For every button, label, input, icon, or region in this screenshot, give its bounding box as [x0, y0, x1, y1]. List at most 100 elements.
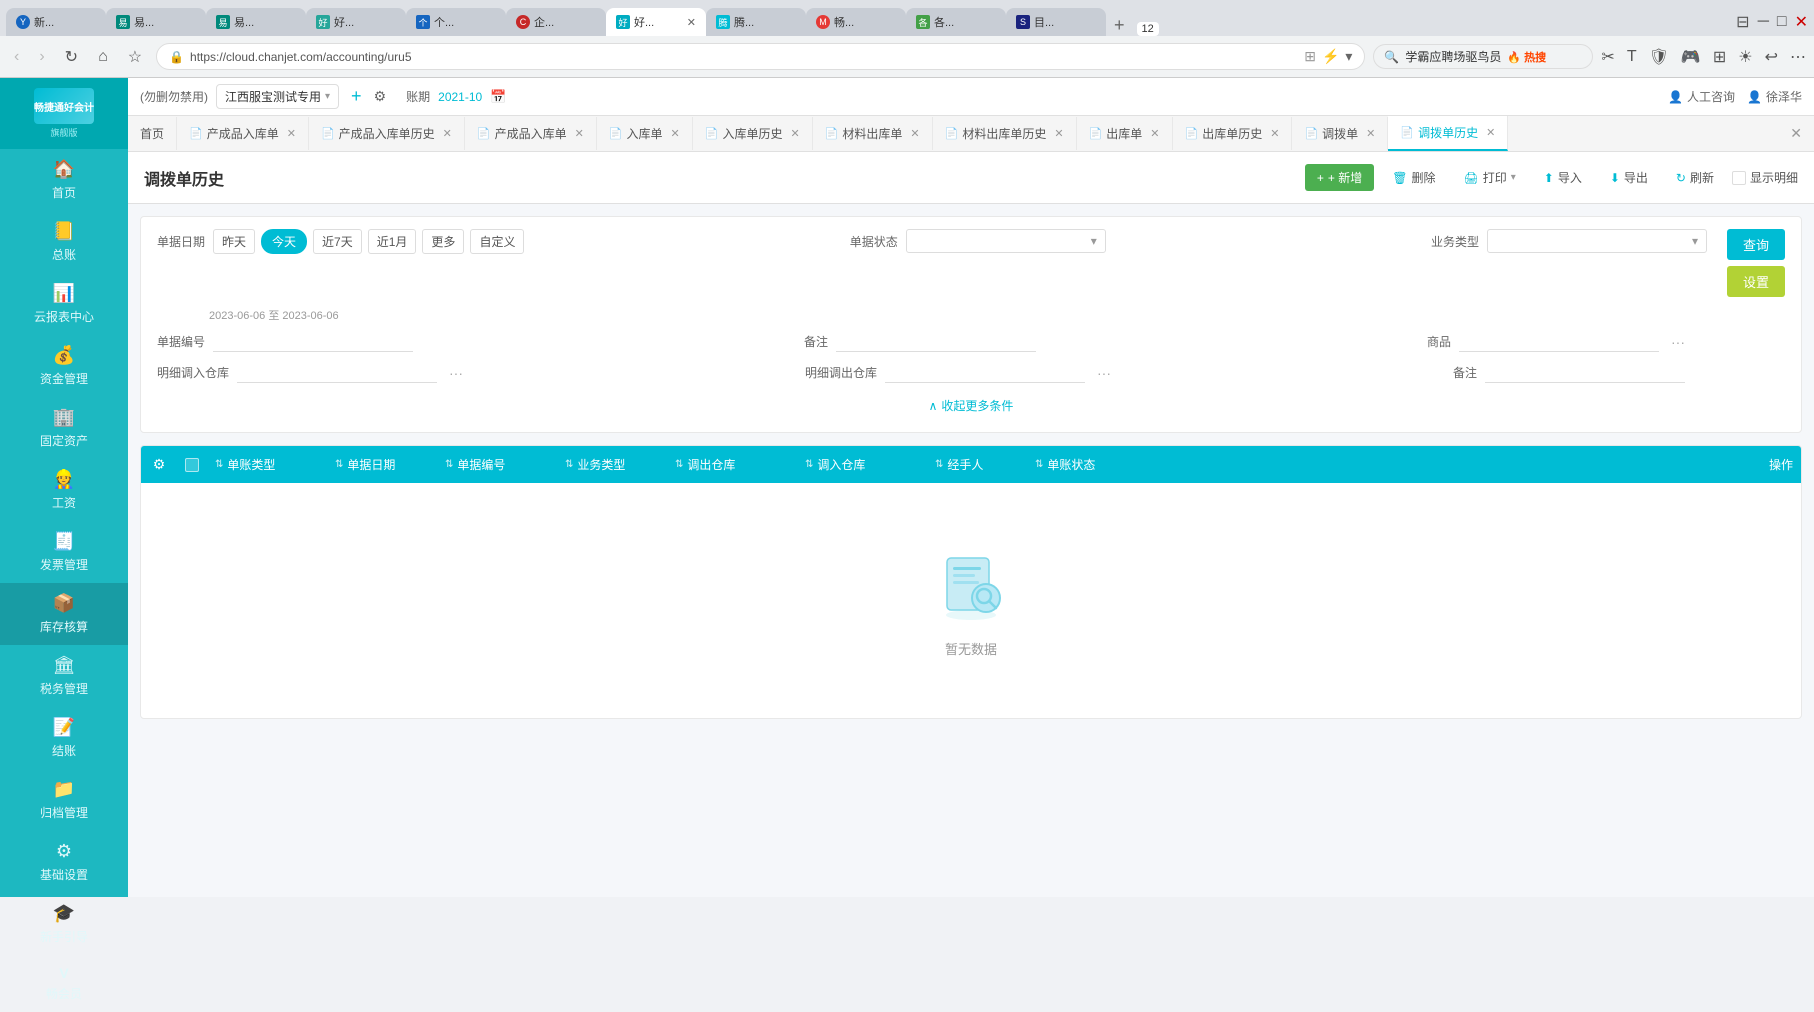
calendar-icon[interactable]: 📅	[490, 89, 506, 105]
translate-icon[interactable]: T	[1627, 48, 1637, 66]
query-button[interactable]: 查询	[1727, 229, 1785, 260]
th-checkbox[interactable]	[177, 448, 207, 482]
sidebar-item-inventory[interactable]: 📦 库存核算	[0, 583, 128, 645]
user-info[interactable]: 👤 徐泽华	[1747, 88, 1802, 105]
sidebar-logo[interactable]: 畅捷通好会计 旗舰版	[0, 78, 128, 149]
browser-tab-11[interactable]: S 目...	[1006, 8, 1106, 36]
sidebar-item-guide[interactable]: 🎓 新手引导	[0, 893, 128, 955]
nav-tab-11[interactable]: 📄 调拨单历史 ✕	[1388, 116, 1508, 151]
sidebar-item-reports[interactable]: 📊 云报表中心	[0, 273, 128, 335]
customer-service[interactable]: 👤 人工咨询	[1668, 88, 1735, 105]
nav-tab-close-9[interactable]: ✕	[1270, 127, 1279, 140]
nav-tab-9[interactable]: 📄 出库单历史 ✕	[1173, 117, 1293, 150]
new-tab-button[interactable]: +	[1106, 15, 1133, 36]
sidebar-item-home[interactable]: 🏠 首页	[0, 149, 128, 211]
detail-in-dots[interactable]: ···	[449, 365, 463, 381]
detail-out-input[interactable]	[885, 362, 1085, 383]
goods-dots[interactable]: ···	[1671, 334, 1685, 350]
nav-tab-3[interactable]: 📄 产成品入库单 ✕	[465, 117, 597, 150]
period-value[interactable]: 2021-10	[438, 90, 482, 104]
scissors-icon[interactable]: ✂	[1601, 47, 1614, 67]
detail-in-input[interactable]	[237, 362, 437, 383]
nav-tab-close-10[interactable]: ✕	[1366, 127, 1375, 140]
shield-icon[interactable]: 🛡	[1649, 47, 1669, 67]
browser-tab-2[interactable]: 易 易...	[106, 8, 206, 36]
sidebar-item-tax[interactable]: 🏛 税务管理	[0, 645, 128, 707]
nav-tab-1[interactable]: 📄 产成品入库单 ✕	[177, 117, 309, 150]
th-gear[interactable]: ⚙	[141, 446, 177, 483]
nav-tab-4[interactable]: 📄 入库单 ✕	[597, 117, 693, 150]
tab-close-7[interactable]: ✕	[687, 16, 696, 29]
print-button[interactable]: 🖨 打印 ▾	[1453, 164, 1525, 191]
detail-note-input[interactable]	[1485, 362, 1685, 383]
nav-tab-close-2[interactable]: ✕	[443, 127, 452, 140]
sidebar-item-archive[interactable]: 📁 归档管理	[0, 769, 128, 831]
nav-tab-close-1[interactable]: ✕	[287, 127, 296, 140]
browser-tab-6[interactable]: C 企...	[506, 8, 606, 36]
nav-tab-close-3[interactable]: ✕	[575, 127, 584, 140]
url-bar[interactable]: 🔒 https://cloud.chanjet.com/accounting/u…	[156, 43, 1365, 70]
nav-tab-6[interactable]: 📄 材料出库单 ✕	[813, 117, 933, 150]
th-type[interactable]: ⇅ 单账类型	[207, 446, 327, 483]
nav-tab-10[interactable]: 📄 调拨单 ✕	[1292, 117, 1388, 150]
maximize-icon[interactable]: □	[1777, 13, 1787, 31]
th-biztype[interactable]: ⇅ 业务类型	[557, 446, 667, 483]
url-menu-icon[interactable]: ⊞	[1304, 48, 1316, 65]
nav-tab-8[interactable]: 📄 出库单 ✕	[1077, 117, 1173, 150]
date-more-btn[interactable]: 更多	[422, 229, 464, 254]
note-input[interactable]	[836, 331, 1036, 352]
th-number[interactable]: ⇅ 单据编号	[437, 446, 557, 483]
browser-tab-7[interactable]: 好 好... ✕	[606, 8, 706, 36]
game-icon[interactable]: 🎮	[1681, 47, 1701, 67]
add-company-button[interactable]: +	[347, 86, 366, 107]
sidebar-item-vip[interactable]: V 畅会员	[0, 955, 128, 1012]
nav-tab-close-7[interactable]: ✕	[1054, 127, 1063, 140]
menu-icon[interactable]: ⋯	[1790, 47, 1806, 67]
reload-button[interactable]: ↻	[59, 45, 84, 69]
goods-input[interactable]	[1459, 331, 1659, 352]
nav-tab-2[interactable]: 📄 产成品入库单历史 ✕	[309, 117, 465, 150]
th-outwarehouse[interactable]: ⇅ 调出仓库	[667, 446, 797, 483]
th-status[interactable]: ⇅ 单账状态	[1027, 446, 1127, 483]
nav-tab-5[interactable]: 📄 入库单历史 ✕	[693, 117, 813, 150]
sun-icon[interactable]: ☀	[1738, 47, 1752, 67]
nav-tab-close-5[interactable]: ✕	[790, 127, 799, 140]
header-checkbox[interactable]	[185, 458, 199, 472]
detail-out-dots[interactable]: ···	[1097, 365, 1111, 381]
new-button[interactable]: + + 新增	[1305, 164, 1374, 191]
nav-tab-close-4[interactable]: ✕	[671, 127, 680, 140]
browser-tab-8[interactable]: 腾 腾...	[706, 8, 806, 36]
window-close-icon[interactable]: ✕	[1795, 12, 1808, 32]
nav-tab-close-6[interactable]: ✕	[910, 127, 919, 140]
import-button[interactable]: ⬆ 导入	[1534, 164, 1592, 191]
bookmark-button[interactable]: ☆	[122, 45, 148, 69]
undo-icon[interactable]: ↩	[1765, 47, 1778, 67]
browser-tab-4[interactable]: 好 好...	[306, 8, 406, 36]
date-7days-btn[interactable]: 近7天	[313, 229, 362, 254]
delete-button[interactable]: 🗑 删除	[1382, 164, 1445, 191]
sidebar-item-invoice[interactable]: 🧾 发票管理	[0, 521, 128, 583]
status-select[interactable]: ▾	[906, 229, 1106, 253]
home-button[interactable]: ⌂	[92, 46, 114, 68]
company-settings-button[interactable]: ⚙	[374, 88, 387, 105]
date-custom-btn[interactable]: 自定义	[470, 229, 524, 254]
forward-button[interactable]: ›	[33, 46, 50, 68]
th-handler[interactable]: ⇅ 经手人	[927, 446, 1027, 483]
number-input[interactable]	[213, 331, 413, 352]
th-date[interactable]: ⇅ 单据日期	[327, 446, 437, 483]
sidebar-item-assets[interactable]: 🏢 固定资产	[0, 397, 128, 459]
back-button[interactable]: ‹	[8, 46, 25, 68]
sidebar-item-payroll[interactable]: 👷 工资	[0, 459, 128, 521]
tab-list-icon[interactable]: ⊟	[1736, 12, 1749, 32]
date-1month-btn[interactable]: 近1月	[368, 229, 417, 254]
grid-icon[interactable]: ⊞	[1713, 47, 1726, 67]
th-inwarehouse[interactable]: ⇅ 调入仓库	[797, 446, 927, 483]
url-bolt-icon[interactable]: ⚡	[1322, 48, 1339, 65]
nav-tab-home[interactable]: 首页	[128, 117, 177, 150]
browser-tab-10[interactable]: 各 各...	[906, 8, 1006, 36]
minimize-icon[interactable]: ─	[1758, 13, 1769, 31]
show-detail-checkbox[interactable]	[1732, 171, 1746, 185]
export-button[interactable]: ⬇ 导出	[1600, 164, 1658, 191]
nav-tab-close-8[interactable]: ✕	[1150, 127, 1159, 140]
biztype-select[interactable]: ▾	[1487, 229, 1707, 253]
